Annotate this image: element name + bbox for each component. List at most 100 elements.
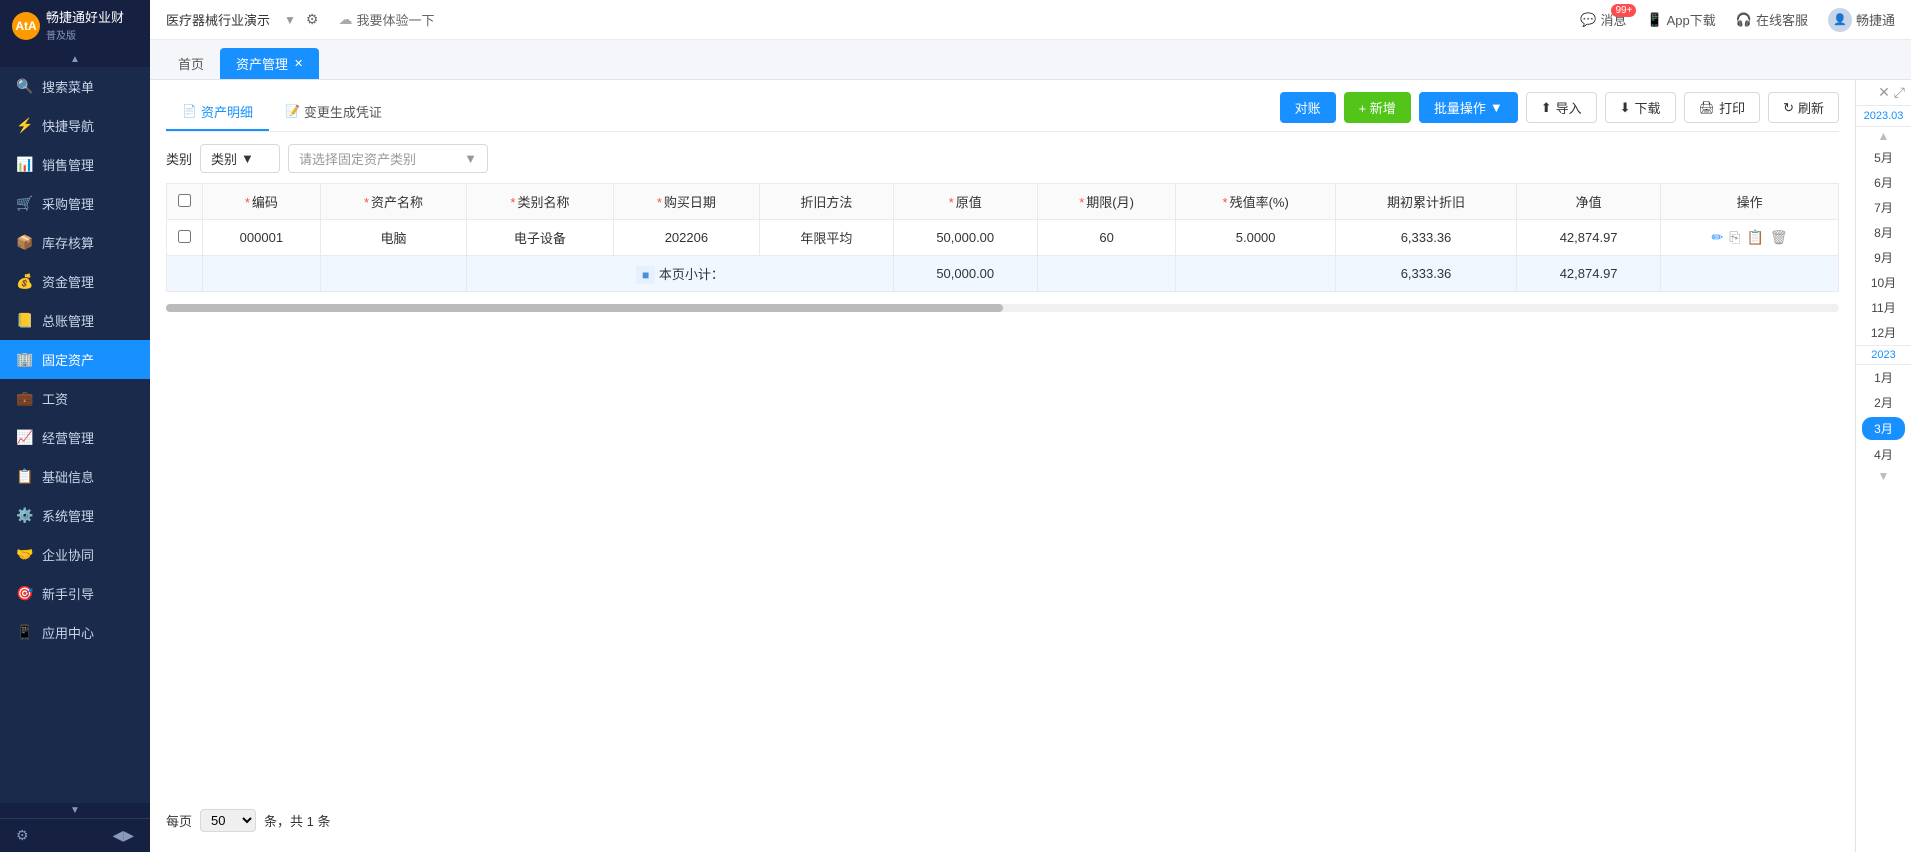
- sidebar-item-payroll[interactable]: 💼 工资: [0, 379, 150, 418]
- sidebar-item-ledger[interactable]: 📒 总账管理: [0, 301, 150, 340]
- import-button[interactable]: ⬆ 导入: [1526, 92, 1597, 123]
- right-panel-expand-icon[interactable]: ⤢: [1894, 84, 1905, 101]
- row-net-value: 42,874.97: [1517, 220, 1661, 256]
- tab-home[interactable]: 首页: [166, 48, 216, 79]
- sidebar-item-search[interactable]: 🔍 搜索菜单: [0, 67, 150, 106]
- category-type-select[interactable]: 类别 ▼: [200, 144, 280, 173]
- pagination: 每页 50 100 200 条，共 1 条: [166, 801, 1839, 840]
- scroll-up-arrow[interactable]: ▲: [1856, 127, 1911, 145]
- topbar: 医疗器械行业演示 ▼ ⚙ ☁ 我要体验一下 💬 消息 99+ 📱 App下载 🎧…: [150, 0, 1911, 40]
- company-settings-icon[interactable]: ⚙: [306, 11, 319, 28]
- sidebar-item-quick-nav[interactable]: ⚡ 快捷导航: [0, 106, 150, 145]
- fixed-assets-icon: 🏢: [16, 350, 34, 368]
- duplicate-icon[interactable]: 📋: [1746, 229, 1763, 246]
- month-12[interactable]: 12月: [1856, 320, 1911, 345]
- month-7[interactable]: 7月: [1856, 195, 1911, 220]
- delete-icon[interactable]: 🗑: [1770, 229, 1788, 246]
- month-11[interactable]: 11月: [1856, 295, 1911, 320]
- per-page-select[interactable]: 50 100 200: [200, 809, 256, 832]
- new-button[interactable]: + 新增: [1344, 92, 1411, 123]
- month-8[interactable]: 8月: [1856, 220, 1911, 245]
- user-profile[interactable]: 👤 畅捷通: [1828, 8, 1895, 32]
- sidebar-item-capital[interactable]: 💰 资金管理: [0, 262, 150, 301]
- sidebar-item-guide[interactable]: 🎯 新手引导: [0, 574, 150, 613]
- month-2[interactable]: 2月: [1856, 390, 1911, 415]
- sidebar-item-label: 总账管理: [42, 311, 94, 330]
- sub-tab-asset-detail[interactable]: 📄 资产明细: [166, 94, 269, 131]
- horizontal-scrollbar[interactable]: [166, 304, 1839, 312]
- company-dropdown-arrow[interactable]: ▼: [284, 13, 296, 27]
- sidebar-item-operations[interactable]: 📈 经营管理: [0, 418, 150, 457]
- sidebar-item-inventory[interactable]: 📦 库存核算: [0, 223, 150, 262]
- main-content: 医疗器械行业演示 ▼ ⚙ ☁ 我要体验一下 💬 消息 99+ 📱 App下载 🎧…: [150, 0, 1911, 852]
- tab-asset-mgmt[interactable]: 资产管理 ✕: [220, 48, 319, 79]
- sub-tab-change-voucher[interactable]: 📝 变更生成凭证: [269, 94, 398, 131]
- select-all-checkbox[interactable]: [178, 194, 191, 207]
- sidebar-item-label: 基础信息: [42, 467, 94, 486]
- collapse-icon[interactable]: ◀▶: [112, 827, 134, 844]
- edit-icon[interactable]: ✏: [1712, 229, 1724, 246]
- sidebar-scroll-up[interactable]: ▲: [0, 52, 150, 67]
- sidebar-item-basic-info[interactable]: 📋 基础信息: [0, 457, 150, 496]
- download-button[interactable]: ⬇ 下载: [1605, 92, 1676, 123]
- sidebar-item-label: 系统管理: [42, 506, 94, 525]
- table-row: 000001 电脑 电子设备 202206 年限平均 50,000.00 60 …: [167, 220, 1839, 256]
- category-dropdown-arrow: ▼: [464, 151, 477, 166]
- month-9[interactable]: 9月: [1856, 245, 1911, 270]
- row-depreciation-method: 年限平均: [760, 220, 894, 256]
- refresh-button[interactable]: ↻ 刷新: [1768, 92, 1839, 123]
- row-checkbox-cell: [167, 220, 203, 256]
- category-value-select[interactable]: 请选择固定资产类别 ▼: [288, 144, 488, 173]
- user-avatar: 👤: [1828, 8, 1852, 32]
- month-1[interactable]: 1月: [1856, 365, 1911, 390]
- app-center-icon: 📱: [16, 623, 34, 641]
- subtotal-period: [1037, 256, 1176, 292]
- copy-icon[interactable]: ⎘: [1729, 229, 1740, 246]
- sales-icon: 📊: [16, 155, 34, 173]
- ledger-icon: 📒: [16, 311, 34, 329]
- online-service-button[interactable]: 🎧 在线客服: [1736, 10, 1808, 29]
- sidebar-item-label: 固定资产: [42, 350, 94, 369]
- total-count: 条，共 1 条: [264, 811, 330, 830]
- reconcile-button[interactable]: 对账: [1280, 92, 1336, 123]
- batch-ops-arrow: ▼: [1490, 100, 1503, 115]
- print-icon: 🖨: [1699, 100, 1716, 116]
- scroll-down-arrow[interactable]: ▼: [1856, 467, 1911, 485]
- search-icon: 🔍: [16, 77, 34, 95]
- enterprise-icon: 🤝: [16, 545, 34, 563]
- sidebar-item-purchase[interactable]: 🛒 采购管理: [0, 184, 150, 223]
- row-checkbox[interactable]: [178, 230, 191, 243]
- experience-icon: ☁: [338, 11, 352, 28]
- sidebar-item-sales[interactable]: 📊 销售管理: [0, 145, 150, 184]
- subtotal-label: ■ 本页小计：: [467, 256, 893, 292]
- sidebar-item-label: 工资: [42, 389, 68, 408]
- batch-ops-button[interactable]: 批量操作 ▼: [1419, 92, 1518, 123]
- app-download-button[interactable]: 📱 App下载: [1646, 10, 1715, 29]
- month-6[interactable]: 6月: [1856, 170, 1911, 195]
- download-icon: ⬇: [1620, 100, 1631, 116]
- month-10[interactable]: 10月: [1856, 270, 1911, 295]
- message-button[interactable]: 💬 消息 99+: [1580, 10, 1626, 29]
- sidebar-scroll-down[interactable]: ▼: [0, 803, 150, 818]
- tab-home-label: 首页: [178, 54, 204, 73]
- sidebar-item-enterprise[interactable]: 🤝 企业协同: [0, 535, 150, 574]
- subtotal-empty2: [320, 256, 466, 292]
- sidebar-item-system[interactable]: ⚙️ 系统管理: [0, 496, 150, 535]
- experience-button[interactable]: ☁ 我要体验一下: [338, 10, 434, 29]
- sidebar-item-fixed-assets[interactable]: 🏢 固定资产: [0, 340, 150, 379]
- row-asset-name: 电脑: [320, 220, 466, 256]
- month-5[interactable]: 5月: [1856, 145, 1911, 170]
- tabbar: 首页 资产管理 ✕: [150, 40, 1911, 80]
- print-label: 打印: [1719, 98, 1745, 117]
- print-button[interactable]: 🖨 打印: [1684, 92, 1761, 123]
- logo-icon: AtA: [12, 12, 40, 40]
- header-category: *类别名称: [467, 184, 613, 220]
- month-3[interactable]: 3月: [1862, 417, 1905, 440]
- month-4[interactable]: 4月: [1856, 442, 1911, 467]
- tab-close-icon[interactable]: ✕: [294, 57, 303, 70]
- year-2023-label[interactable]: 2023: [1856, 345, 1911, 365]
- sidebar-item-app-center[interactable]: 📱 应用中心: [0, 613, 150, 652]
- right-panel-close-icon[interactable]: ✕: [1878, 84, 1890, 101]
- asset-table: *编码 *资产名称 *类别名称 *购买日期 折旧方法 *原值 *期限(月) *残…: [166, 183, 1839, 292]
- settings-icon[interactable]: ⚙: [16, 827, 29, 844]
